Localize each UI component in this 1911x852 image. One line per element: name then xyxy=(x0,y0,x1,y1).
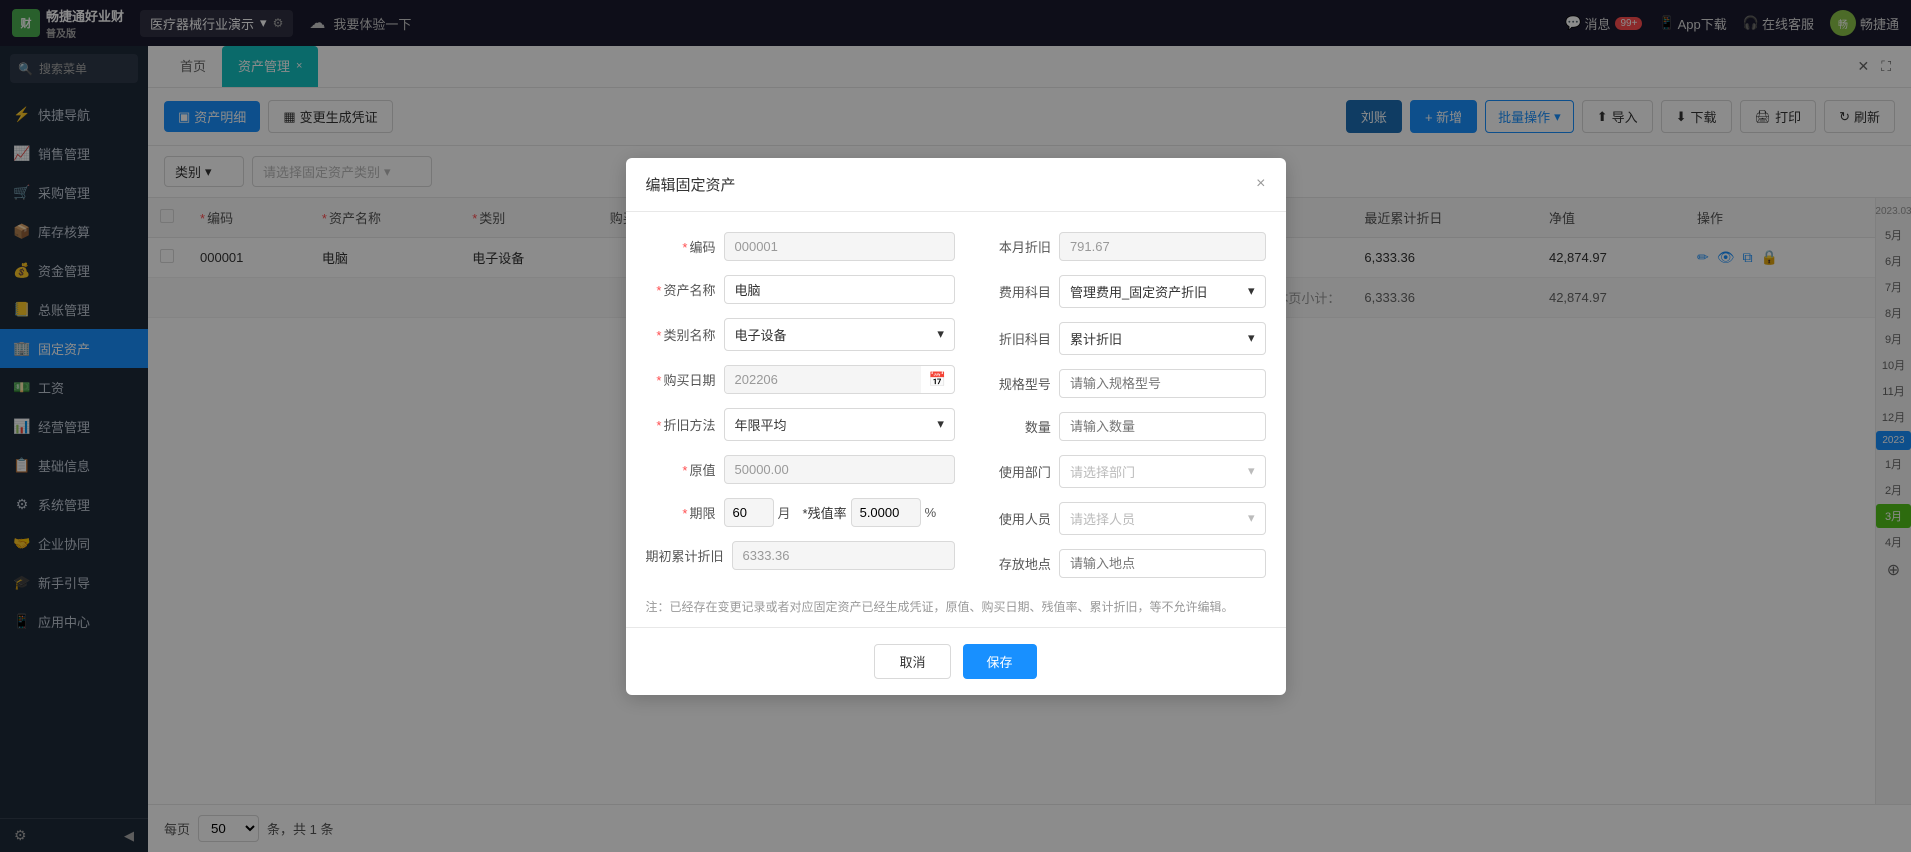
buydate-input[interactable] xyxy=(725,366,921,393)
form-row-initial-dep: 期初累计折旧 xyxy=(646,541,955,570)
form-row-quantity: 数量 xyxy=(971,412,1266,441)
buydate-label: *购买日期 xyxy=(646,370,716,389)
use-dept-label: 使用部门 xyxy=(971,462,1051,481)
use-dept-select[interactable]: 请选择部门 ▾ xyxy=(1059,455,1266,488)
dep-subject-label: 折旧科目 xyxy=(971,329,1051,348)
method-label: *折旧方法 xyxy=(646,415,716,434)
name-label: *资产名称 xyxy=(646,280,716,299)
form-row-buydate: *购买日期 📅 xyxy=(646,365,955,394)
original-label: *原值 xyxy=(646,460,716,479)
modal-header: 编辑固定资产 × xyxy=(626,158,1286,212)
form-row-term: *期限 月 *残值率 % xyxy=(646,498,955,527)
method-select[interactable]: 年限平均 ▾ xyxy=(724,408,955,441)
form-left: *编码 *资产名称 *类别名称 电子设备 ▾ xyxy=(646,232,955,578)
location-input[interactable] xyxy=(1059,549,1266,578)
form-row-code: *编码 xyxy=(646,232,955,261)
form-row-monthly-dep: 本月折旧 xyxy=(971,232,1266,261)
code-input[interactable] xyxy=(724,232,955,261)
chevron-down-icon: ▾ xyxy=(1248,330,1255,346)
category-label: *类别名称 xyxy=(646,325,716,344)
modal-title: 编辑固定资产 xyxy=(646,174,736,195)
name-input[interactable] xyxy=(724,275,955,304)
form-row-spec-model: 规格型号 xyxy=(971,369,1266,398)
form-right: 本月折旧 费用科目 管理费用_固定资产折旧 ▾ 折旧科目 xyxy=(971,232,1266,578)
calendar-icon[interactable]: 📅 xyxy=(921,371,954,388)
spec-model-input[interactable] xyxy=(1059,369,1266,398)
residual-rate-input[interactable] xyxy=(851,498,921,527)
category-select[interactable]: 电子设备 ▾ xyxy=(724,318,955,351)
monthly-dep-input[interactable] xyxy=(1059,232,1266,261)
term-input[interactable] xyxy=(724,498,774,527)
term-inline: 月 *残值率 % xyxy=(724,498,955,527)
modal-footer: 取消 保存 xyxy=(626,627,1286,695)
modal-body: *编码 *资产名称 *类别名称 电子设备 ▾ xyxy=(626,212,1286,598)
quantity-label: 数量 xyxy=(971,417,1051,436)
modal-edit-asset: 编辑固定资产 × *编码 *资产名称 xyxy=(626,158,1286,695)
chevron-down-icon: ▾ xyxy=(937,326,944,342)
residual-unit: % xyxy=(925,505,937,520)
dep-subject-select[interactable]: 累计折旧 ▾ xyxy=(1059,322,1266,355)
initial-dep-input[interactable] xyxy=(732,541,955,570)
modal-note: 注：已经存在变更记录或者对应固定资产已经生成凭证，原值、购买日期、残值率、累计折… xyxy=(626,598,1286,627)
form-row-dep-subject: 折旧科目 累计折旧 ▾ xyxy=(971,322,1266,355)
buydate-input-wrapper: 📅 xyxy=(724,365,955,394)
chevron-down-icon: ▾ xyxy=(1248,463,1255,479)
form-row-name: *资产名称 xyxy=(646,275,955,304)
form-row-original: *原值 xyxy=(646,455,955,484)
form-row-use-dept: 使用部门 请选择部门 ▾ xyxy=(971,455,1266,488)
term-unit: 月 xyxy=(778,503,791,522)
form-row-use-person: 使用人员 请选择人员 ▾ xyxy=(971,502,1266,535)
form-row-location: 存放地点 xyxy=(971,549,1266,578)
location-label: 存放地点 xyxy=(971,554,1051,573)
chevron-down-icon: ▾ xyxy=(1248,283,1255,299)
modal-form: *编码 *资产名称 *类别名称 电子设备 ▾ xyxy=(646,232,1266,578)
quantity-input[interactable] xyxy=(1059,412,1266,441)
form-row-method: *折旧方法 年限平均 ▾ xyxy=(646,408,955,441)
form-row-category: *类别名称 电子设备 ▾ xyxy=(646,318,955,351)
modal-close-icon[interactable]: × xyxy=(1256,175,1265,193)
initial-dep-label: 期初累计折旧 xyxy=(646,546,724,565)
expense-subject-label: 费用科目 xyxy=(971,282,1051,301)
form-row-expense-subject: 费用科目 管理费用_固定资产折旧 ▾ xyxy=(971,275,1266,308)
chevron-down-icon: ▾ xyxy=(1248,510,1255,526)
use-person-select[interactable]: 请选择人员 ▾ xyxy=(1059,502,1266,535)
expense-subject-select[interactable]: 管理费用_固定资产折旧 ▾ xyxy=(1059,275,1266,308)
original-input[interactable] xyxy=(724,455,955,484)
monthly-dep-label: 本月折旧 xyxy=(971,237,1051,256)
spec-model-label: 规格型号 xyxy=(971,374,1051,393)
code-label: *编码 xyxy=(646,237,716,256)
term-label: *期限 xyxy=(646,503,716,522)
residual-rate-label: *残值率 xyxy=(803,503,847,522)
save-button[interactable]: 保存 xyxy=(963,644,1037,679)
chevron-down-icon: ▾ xyxy=(937,416,944,432)
modal-overlay: 编辑固定资产 × *编码 *资产名称 xyxy=(0,0,1911,852)
use-person-label: 使用人员 xyxy=(971,509,1051,528)
cancel-button[interactable]: 取消 xyxy=(874,644,950,679)
